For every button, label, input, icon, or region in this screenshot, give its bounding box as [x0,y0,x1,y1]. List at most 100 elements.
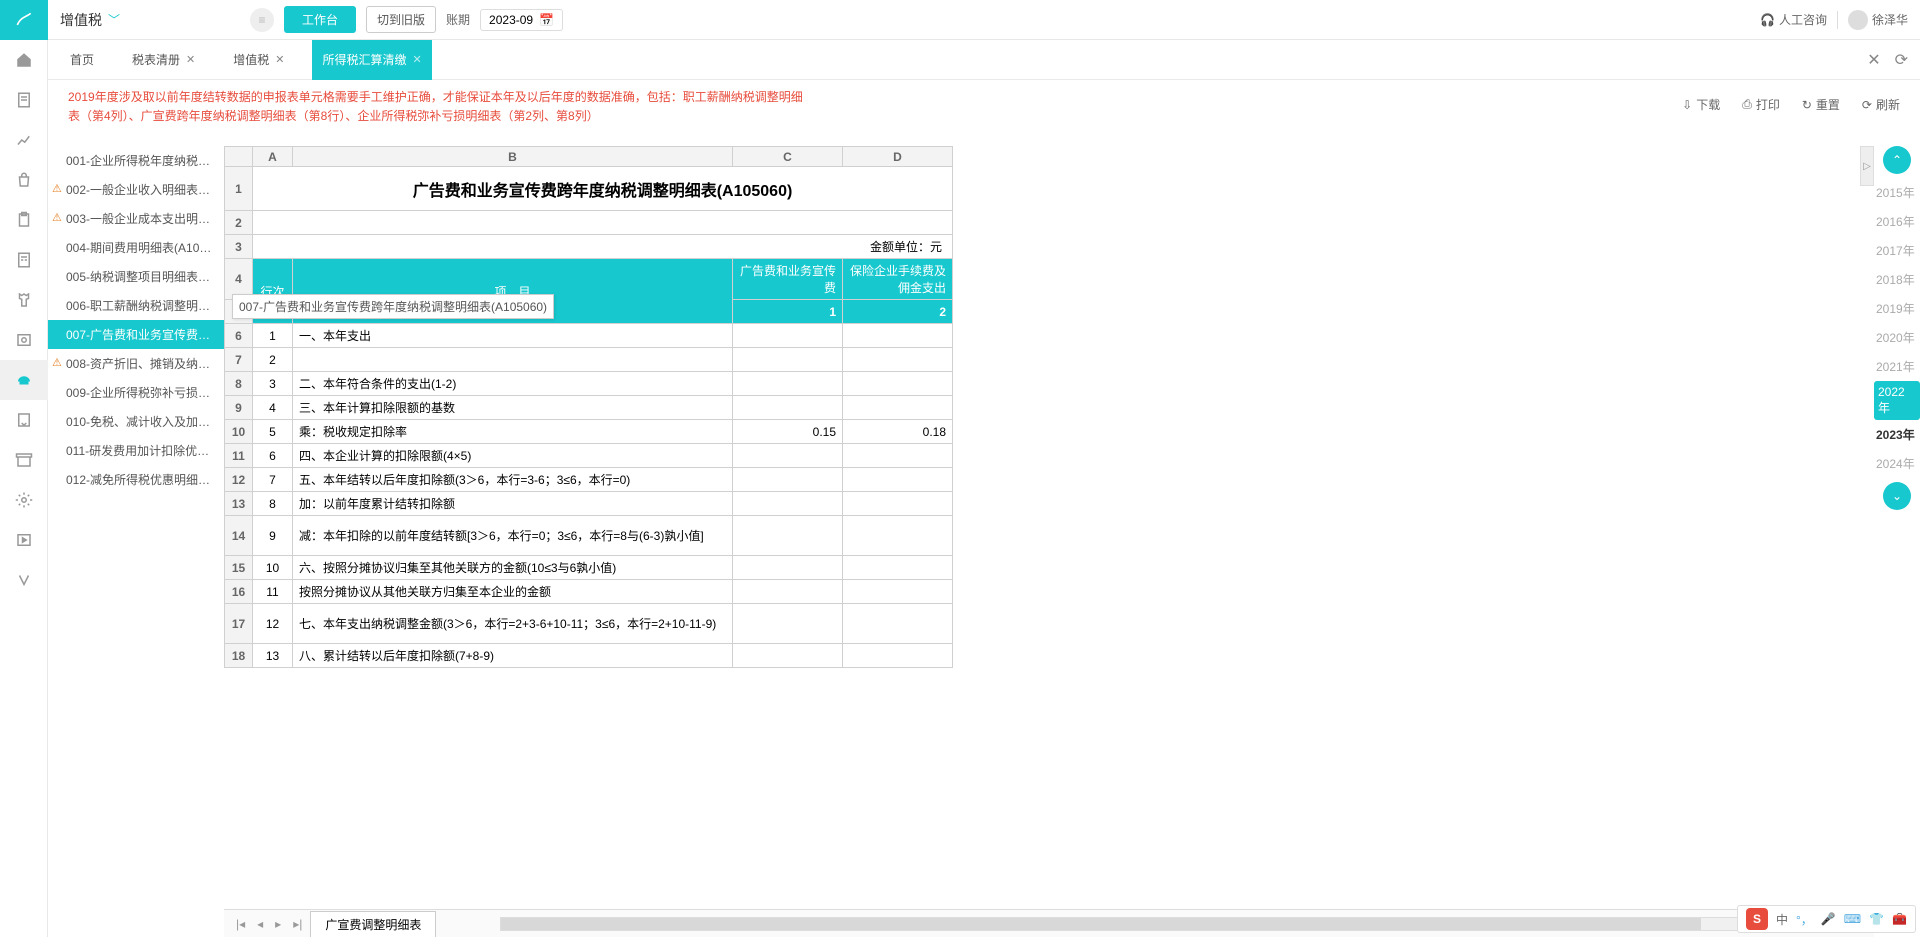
nav-safe-icon[interactable] [0,320,48,360]
row-header[interactable]: 18 [225,644,253,668]
sheet-tab[interactable]: 广宣费调整明细表 [310,911,436,937]
value-cell-c[interactable] [733,604,843,644]
app-logo[interactable] [0,0,48,40]
value-cell-d[interactable] [843,644,953,668]
value-cell-c[interactable] [733,492,843,516]
year-item[interactable]: 2017年 [1874,236,1920,265]
horizontal-scrollbar[interactable] [500,917,1866,931]
row-header[interactable]: 1 [225,167,253,211]
refresh-tab-icon[interactable]: ⟳ [1895,50,1908,70]
ime-toolbox-icon[interactable]: 🧰 [1892,912,1907,926]
value-cell-d[interactable] [843,604,953,644]
nav-bag-icon[interactable] [0,160,48,200]
year-item[interactable]: 2015年 [1874,178,1920,207]
row-header[interactable]: 11 [225,444,253,468]
consult-link[interactable]: 🎧 人工咨询 [1760,11,1827,28]
value-cell-c[interactable] [733,580,843,604]
form-list-item[interactable]: 011-研发费用加计扣除优惠… [48,436,224,465]
year-item[interactable]: 2024年 [1874,449,1920,478]
spreadsheet[interactable]: ABCD1广告费和业务宣传费跨年度纳税调整明细表(A105060)23金额单位：… [224,146,1874,909]
ime-punct-icon[interactable]: °， [1796,911,1813,928]
ime-keyboard-icon[interactable]: ⌨ [1844,912,1861,926]
value-cell-d[interactable] [843,580,953,604]
sheet-next-icon[interactable]: ▸ [271,917,285,931]
form-list-item[interactable]: 005-纳税调整项目明细表(A1… [48,262,224,291]
nav-settings-icon[interactable] [0,480,48,520]
nav-shirt-icon[interactable] [0,280,48,320]
value-cell-d[interactable] [843,516,953,556]
row-header[interactable]: 9 [225,396,253,420]
value-cell-d[interactable] [843,468,953,492]
year-item[interactable]: 2018年 [1874,265,1920,294]
value-cell-d[interactable] [843,324,953,348]
year-item[interactable]: 2020年 [1874,323,1920,352]
value-cell-c[interactable] [733,324,843,348]
form-list-item[interactable]: ⚠003-一般企业成本支出明细… [48,204,224,233]
form-list-item[interactable]: 010-免税、减计收入及加计… [48,407,224,436]
col-header[interactable]: D [843,147,953,167]
user-menu[interactable]: 徐泽华 [1848,10,1908,30]
year-item[interactable]: 2023年 [1874,420,1920,449]
tab-tax-list[interactable]: 税表清册✕ [122,40,205,80]
refresh-button[interactable]: ⟳刷新 [1862,96,1900,113]
nav-clipboard-icon[interactable] [0,200,48,240]
row-header[interactable]: 14 [225,516,253,556]
value-cell-d[interactable] [843,348,953,372]
ime-bar[interactable]: S 中 °， 🎤 ⌨ 👕 🧰 [1737,905,1916,933]
value-cell-c[interactable]: 0.15 [733,420,843,444]
nav-doc-icon[interactable] [0,80,48,120]
nav-v-icon[interactable] [0,560,48,600]
form-list-item[interactable]: ⚠002-一般企业收入明细表(A… [48,175,224,204]
value-cell-d[interactable] [843,396,953,420]
ime-mic-icon[interactable]: 🎤 [1821,912,1836,926]
form-list-item[interactable]: 004-期间费用明细表(A1040… [48,233,224,262]
print-button[interactable]: ⎙打印 [1742,96,1780,113]
value-cell-d[interactable]: 0.18 [843,420,953,444]
row-header[interactable]: 2 [225,211,253,235]
value-cell-d[interactable] [843,492,953,516]
form-list-item[interactable]: 006-职工薪酬纳税调整明细… [48,291,224,320]
value-cell-d[interactable] [843,444,953,468]
year-item[interactable]: 2022年 [1874,381,1920,420]
nav-folder-icon[interactable] [0,400,48,440]
tab-vat[interactable]: 增值税✕ [223,40,294,80]
row-header[interactable]: 17 [225,604,253,644]
value-cell-c[interactable] [733,396,843,420]
form-list-item[interactable]: ⚠008-资产折旧、摊销及纳税… [48,349,224,378]
value-cell-c[interactable] [733,468,843,492]
year-item[interactable]: 2016年 [1874,207,1920,236]
col-header[interactable]: C [733,147,843,167]
value-cell-d[interactable] [843,556,953,580]
row-header[interactable]: 3 [225,235,253,259]
ime-skin-icon[interactable]: 👕 [1869,912,1884,926]
reset-button[interactable]: ↻重置 [1802,96,1840,113]
row-header[interactable]: 12 [225,468,253,492]
ime-lang[interactable]: 中 [1776,911,1788,928]
value-cell-c[interactable] [733,644,843,668]
form-list-item[interactable]: 009-企业所得税弥补亏损明… [48,378,224,407]
company-selector[interactable]: 增值税 ﹀ [60,10,240,30]
row-header[interactable]: 6 [225,324,253,348]
nav-calc-icon[interactable] [0,240,48,280]
nav-home-icon[interactable] [0,40,48,80]
expand-right-handle[interactable]: ▷ [1860,146,1874,186]
year-down-button[interactable]: ⌄ [1883,482,1911,510]
header-round-icon[interactable]: ≡ [250,8,274,32]
value-cell-c[interactable] [733,444,843,468]
year-up-button[interactable]: ⌃ [1883,146,1911,174]
row-header[interactable]: 7 [225,348,253,372]
period-picker[interactable]: 2023-09 📅 [480,9,563,31]
workbench-button[interactable]: 工作台 [284,6,356,33]
tab-home[interactable]: 首页 [60,40,104,80]
value-cell-c[interactable] [733,556,843,580]
nav-archive-icon[interactable] [0,440,48,480]
row-header[interactable]: 15 [225,556,253,580]
form-list-item[interactable]: 012-减免所得税优惠明细表(… [48,465,224,494]
row-header[interactable]: 10 [225,420,253,444]
close-icon[interactable]: ✕ [186,53,195,66]
row-header[interactable]: 16 [225,580,253,604]
row-header[interactable]: 13 [225,492,253,516]
form-list-item[interactable]: 007-广告费和业务宣传费跨… [48,320,224,349]
close-all-icon[interactable]: ✕ [1867,50,1880,70]
year-item[interactable]: 2021年 [1874,352,1920,381]
